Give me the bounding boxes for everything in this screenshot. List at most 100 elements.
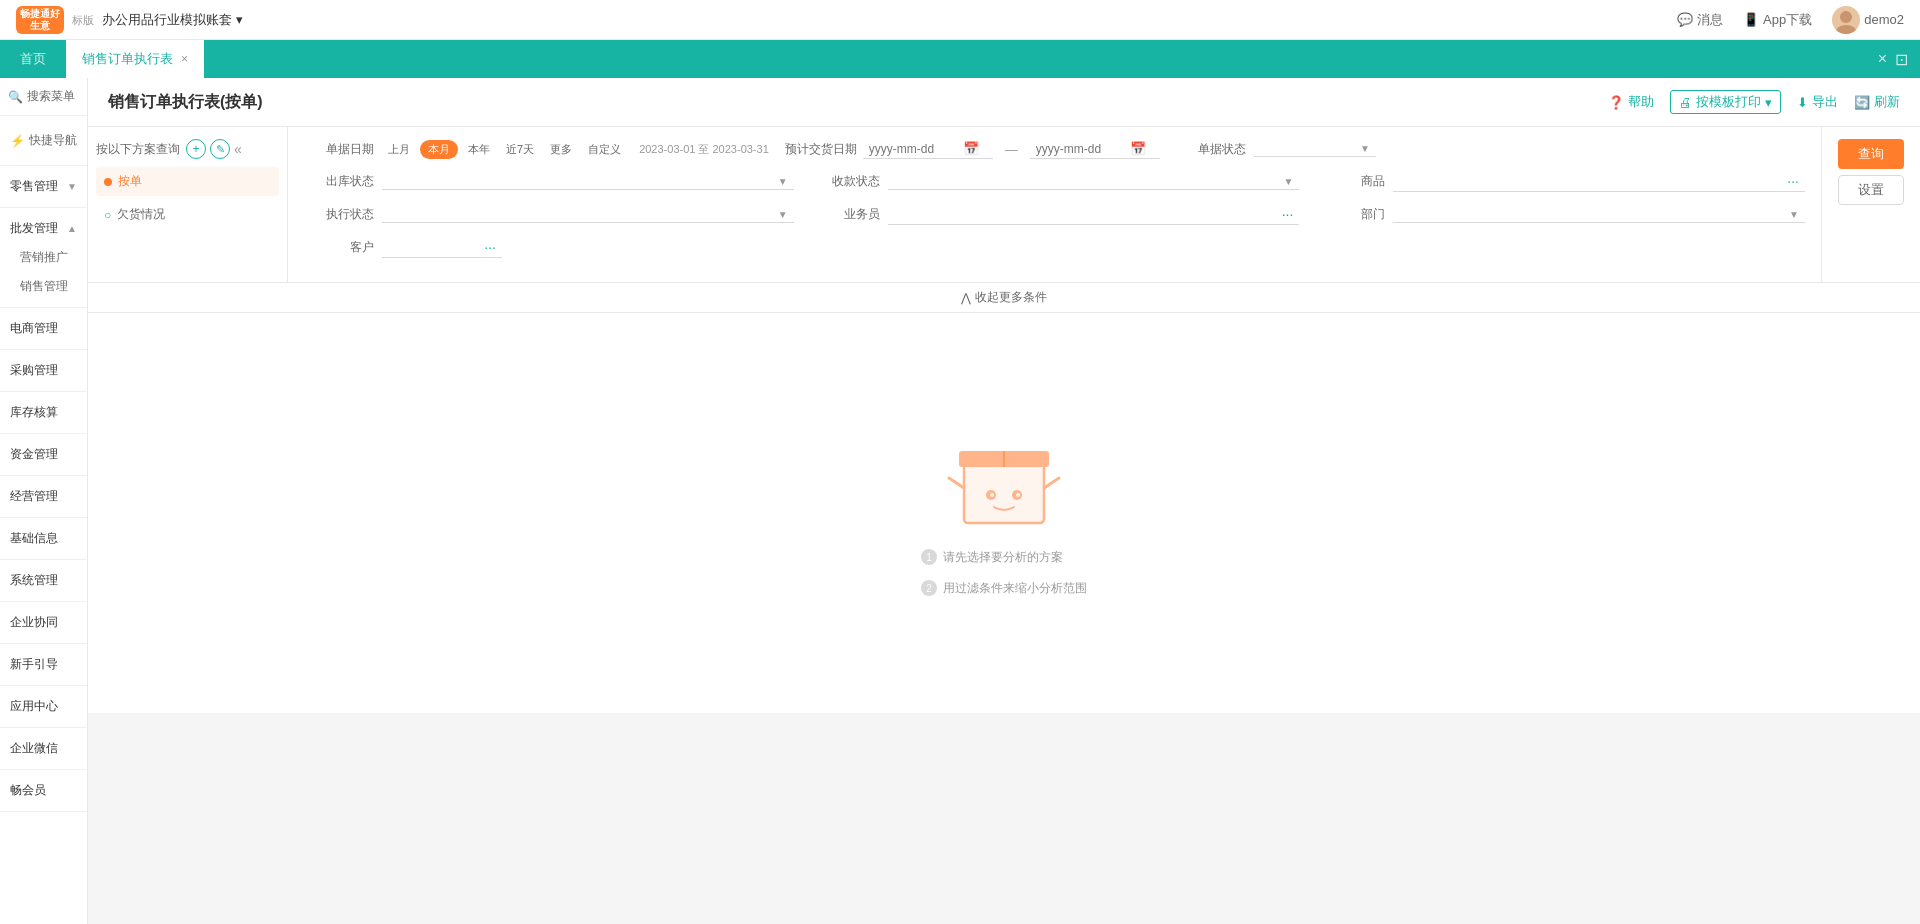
sidebar-item-wholesale[interactable]: 批发管理 ▲: [0, 214, 87, 243]
scheme-label: 按单: [118, 173, 142, 190]
forecast-date-to-input[interactable]: [1036, 142, 1126, 156]
date-cur-year-btn[interactable]: 本年: [462, 140, 496, 159]
svg-point-0: [1840, 11, 1852, 23]
customer-input-wrap: ···: [382, 237, 502, 258]
goods-field: 商品 ···: [1315, 171, 1805, 192]
payment-status-select[interactable]: ▼: [888, 174, 1300, 190]
query-button[interactable]: 查询: [1838, 139, 1904, 169]
filter-area: 按以下方案查询 + ✎ « 按单 ○ 欠货情况: [88, 127, 1920, 283]
empty-tip-1: 1 请先选择要分析的方案: [921, 549, 1087, 566]
forecast-date-from-cal-icon[interactable]: 📅: [963, 141, 979, 156]
sidebar-item-inventory[interactable]: 库存核算: [0, 398, 87, 427]
bill-status-field: 单据状态 ▼: [1176, 141, 1376, 158]
sidebar-item-purchase[interactable]: 采购管理: [0, 356, 87, 385]
bill-status-caret-icon: ▼: [1360, 143, 1370, 154]
sidebar-item-sales[interactable]: 销售管理: [0, 272, 87, 301]
window-close-icon[interactable]: ×: [1878, 50, 1887, 68]
date-custom-btn[interactable]: 自定义: [582, 140, 627, 159]
sidebar-item-basic[interactable]: 基础信息: [0, 524, 87, 553]
filter-right-panel: 单据日期 上月 本月 本年 近7天 更多 自定义 2023-03-01 至 20…: [288, 127, 1821, 282]
tab-home[interactable]: 首页: [0, 40, 66, 78]
date-prev-month-btn[interactable]: 上月: [382, 140, 416, 159]
delivery-status-select[interactable]: ▼: [382, 174, 794, 190]
export-btn[interactable]: ⬇ 导出: [1797, 93, 1838, 111]
sidebar-item-wechat[interactable]: 企业微信: [0, 734, 87, 763]
sidebar-search-area[interactable]: 🔍 搜索菜单: [0, 78, 87, 116]
sidebar-section-appstore: 应用中心: [0, 686, 87, 728]
department-label: 部门: [1315, 206, 1385, 223]
empty-state: 1 请先选择要分析的方案 2 用过滤条件来缩小分析范围: [88, 313, 1920, 713]
search-menu-btn[interactable]: 🔍 搜索菜单: [8, 88, 79, 105]
help-btn[interactable]: ❓ 帮助: [1608, 93, 1654, 111]
collapse-label: 收起更多条件: [975, 289, 1047, 306]
customer-label: 客户: [304, 239, 374, 256]
sidebar-item-newbie[interactable]: 新手引导: [0, 650, 87, 679]
refresh-btn[interactable]: 🔄 刷新: [1854, 93, 1900, 111]
sidebar-item-vip[interactable]: 畅会员: [0, 776, 87, 805]
forecast-date-to-cal-icon[interactable]: 📅: [1130, 141, 1146, 156]
main-content: 销售订单执行表(按单) ❓ 帮助 🖨 按模板打印 ▾ ⬇ 导出 🔄 刷新: [88, 78, 1920, 924]
edit-scheme-btn[interactable]: ✎: [210, 139, 230, 159]
sidebar-section-retail: 零售管理 ▼: [0, 166, 87, 208]
message-btn[interactable]: 💬 消息: [1677, 11, 1723, 29]
filter-fields-area: 单据日期 上月 本月 本年 近7天 更多 自定义 2023-03-01 至 20…: [288, 127, 1920, 282]
collapse-more-btn[interactable]: ⋀ 收起更多条件: [961, 289, 1047, 306]
avatar: [1832, 6, 1860, 34]
topbar-right: 💬 消息 📱 App下载 demo2: [1677, 6, 1904, 34]
exec-status-field: 执行状态 ▼: [304, 206, 794, 223]
filter-scheme-title: 按以下方案查询 + ✎ «: [96, 139, 279, 159]
exec-status-select[interactable]: ▼: [382, 207, 794, 223]
sidebar-item-appstore[interactable]: 应用中心: [0, 692, 87, 721]
app-download-btn[interactable]: 📱 App下载: [1743, 11, 1812, 29]
bill-status-select[interactable]: ▼: [1254, 141, 1376, 157]
sidebar-quick-nav: ⚡ 快捷导航: [0, 116, 87, 166]
reset-button[interactable]: 设置: [1838, 175, 1904, 205]
customer-more-btn[interactable]: ···: [484, 239, 496, 255]
sidebar-item-ecommerce[interactable]: 电商管理: [0, 314, 87, 343]
sidebar-item-finance[interactable]: 资金管理: [0, 440, 87, 469]
print-btn[interactable]: 🖨 按模板打印 ▾: [1670, 90, 1781, 114]
sidebar-item-system[interactable]: 系统管理: [0, 566, 87, 595]
empty-tip-2: 2 用过滤条件来缩小分析范围: [921, 580, 1087, 597]
department-select[interactable]: ▼: [1393, 207, 1805, 223]
bill-status-label: 单据状态: [1176, 141, 1246, 158]
sidebar-item-retail[interactable]: 零售管理 ▼: [0, 172, 87, 201]
salesperson-more-btn[interactable]: ···: [1282, 206, 1294, 222]
scheme-active-dot: [104, 178, 112, 186]
filter-collapse-row: ⋀ 收起更多条件: [88, 283, 1920, 313]
add-scheme-btn[interactable]: +: [186, 139, 206, 159]
tip-num-2: 2: [921, 580, 937, 596]
sidebar-item-operations[interactable]: 经营管理: [0, 482, 87, 511]
page-header-actions: ❓ 帮助 🖨 按模板打印 ▾ ⬇ 导出 🔄 刷新: [1608, 90, 1900, 126]
svg-line-10: [1044, 478, 1059, 488]
tab-sales-execution[interactable]: 销售订单执行表 ×: [66, 40, 204, 78]
delivery-status-label: 出库状态: [304, 173, 374, 190]
payment-status-field: 收款状态 ▼: [810, 173, 1300, 190]
scheme-item-debt[interactable]: ○ 欠货情况: [96, 200, 279, 229]
industry-selector[interactable]: 办公用品行业模拟账套 ▾: [102, 11, 243, 29]
query-reset-group: 查询 设置: [1821, 127, 1920, 282]
sidebar-item-marketing[interactable]: 营销推广: [0, 243, 87, 272]
forecast-date-from-input[interactable]: [869, 142, 959, 156]
collapse-up-icon: ⋀: [961, 291, 971, 305]
sidebar-item-enterprise[interactable]: 企业协同: [0, 608, 87, 637]
date-7days-btn[interactable]: 近7天: [500, 140, 540, 159]
window-expand-icon[interactable]: ⊡: [1895, 50, 1908, 69]
sidebar-section-wholesale: 批发管理 ▲ 营销推广 销售管理: [0, 208, 87, 308]
svg-point-8: [1016, 493, 1020, 497]
sidebar-section-operations: 经营管理: [0, 476, 87, 518]
scheme-item-press[interactable]: 按单: [96, 167, 279, 196]
filter-scheme-panel: 按以下方案查询 + ✎ « 按单 ○ 欠货情况: [88, 127, 288, 282]
goods-more-btn[interactable]: ···: [1787, 173, 1799, 189]
search-menu-label: 搜索菜单: [27, 88, 75, 105]
date-more-btn[interactable]: 更多: [544, 140, 578, 159]
export-icon: ⬇: [1797, 95, 1808, 110]
sidebar-item-quick-nav[interactable]: ⚡ 快捷导航: [0, 124, 87, 157]
user-avatar-area[interactable]: demo2: [1832, 6, 1904, 34]
sidebar-section-purchase: 采购管理: [0, 350, 87, 392]
app-subtitle: 标版: [72, 15, 94, 26]
tab-close-icon[interactable]: ×: [181, 52, 188, 66]
collapse-scheme-btn[interactable]: «: [234, 141, 242, 157]
date-cur-month-btn[interactable]: 本月: [420, 140, 458, 159]
sidebar-section-vip: 畅会员: [0, 770, 87, 812]
